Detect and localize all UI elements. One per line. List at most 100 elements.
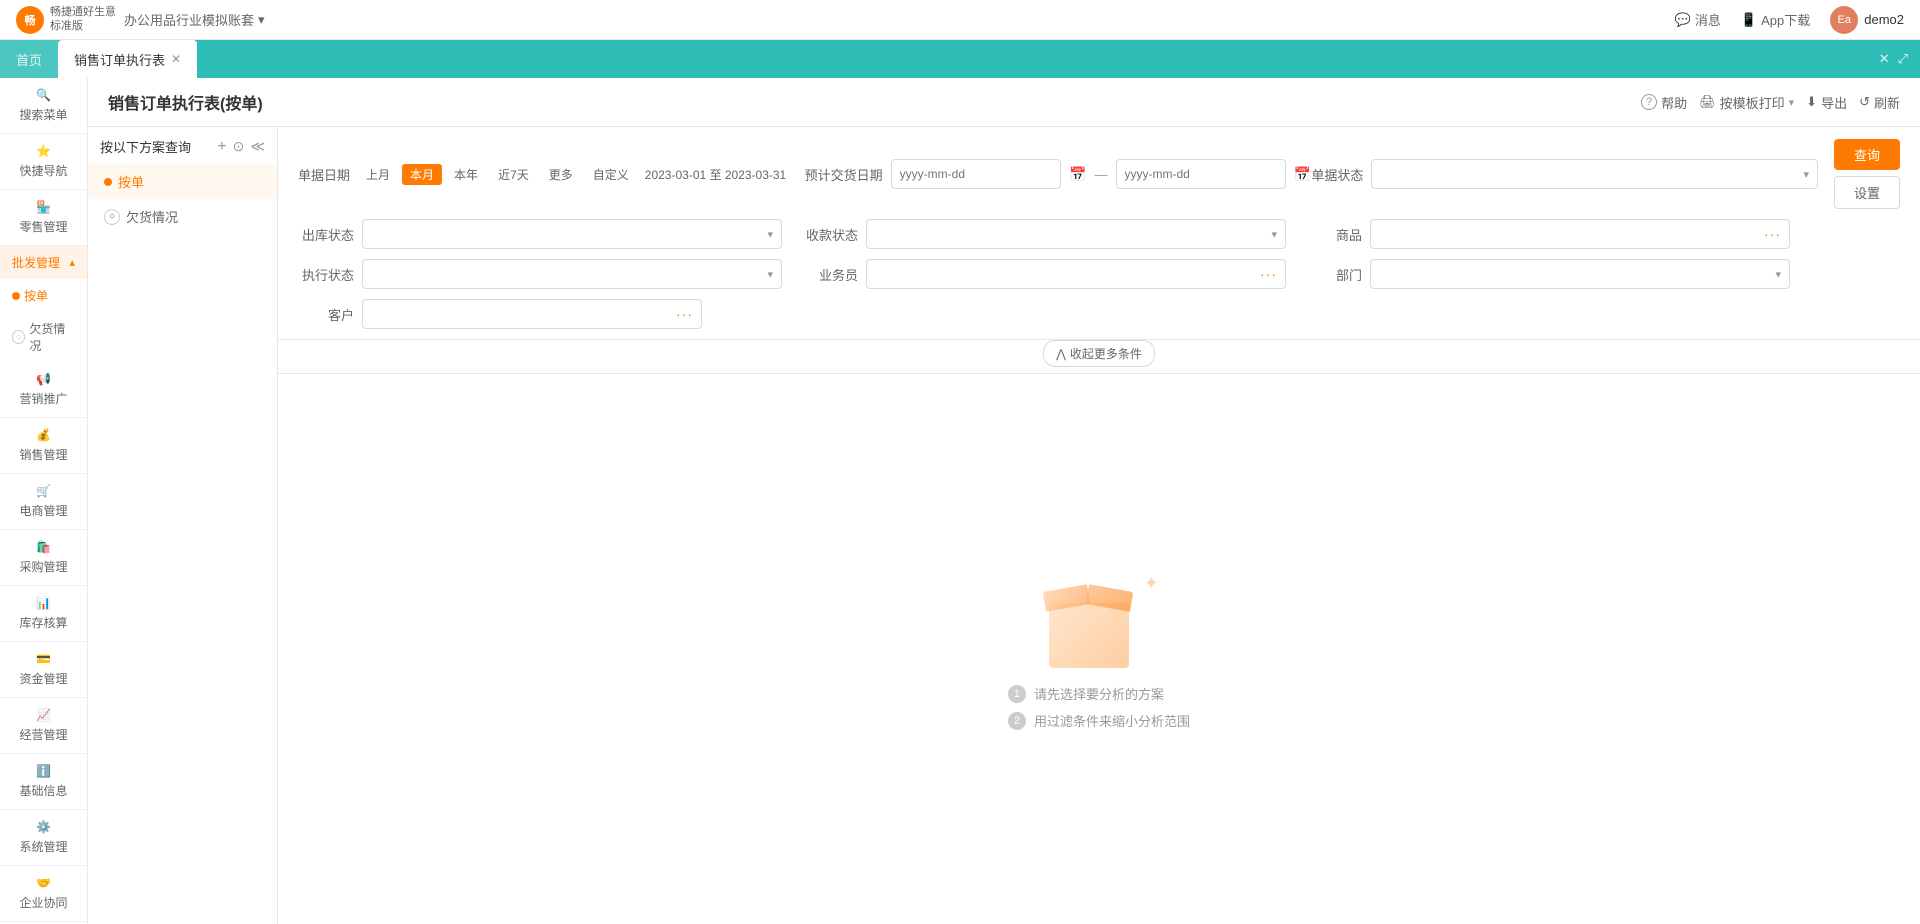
date-tab-last-7[interactable]: 近7天 bbox=[490, 164, 537, 185]
sidebar-item-basic[interactable]: ℹ️ 基础信息 bbox=[0, 754, 87, 810]
sidebar-item-purchase[interactable]: 🛍️ 采购管理 bbox=[0, 530, 87, 586]
sidebar-item-wholesale[interactable]: 批发管理 ▴ bbox=[0, 246, 87, 279]
customer-col: 客户 ··· bbox=[298, 299, 789, 329]
sidebar-item-inventory[interactable]: 📊 库存核算 bbox=[0, 586, 87, 642]
content-area: 销售订单执行表(按单) ? 帮助 🖨 按模板打印 ▾ ⬇ 导出 ↺ 刷新 bbox=[88, 78, 1920, 924]
customer-input-box: ··· bbox=[362, 299, 702, 329]
close-window-icon[interactable]: ✕ bbox=[1879, 51, 1890, 67]
settings-button[interactable]: 设置 bbox=[1834, 176, 1900, 209]
salesperson-more-dots[interactable]: ··· bbox=[1260, 266, 1277, 282]
refresh-btn[interactable]: ↺ 刷新 bbox=[1859, 93, 1900, 112]
customer-label: 客户 bbox=[298, 305, 354, 324]
avatar: Ea bbox=[1830, 6, 1858, 34]
tip-num-1: 1 bbox=[1008, 685, 1026, 703]
page-actions: ? 帮助 🖨 按模板打印 ▾ ⬇ 导出 ↺ 刷新 bbox=[1641, 93, 1900, 112]
sidebar-item-enterprise-collab[interactable]: 🤝 企业协同 bbox=[0, 866, 87, 922]
exec-status-label: 执行状态 bbox=[298, 265, 354, 284]
scheme-header-actions: + ⊙ ≪ bbox=[217, 138, 265, 156]
outbound-status-select[interactable]: ▾ bbox=[362, 219, 782, 249]
sidebar: 🔍 搜索菜单 ⭐ 快捷导航 🏪 零售管理 批发管理 ▴ 按单 ○ 欠货情况 📢 … bbox=[0, 78, 88, 924]
logo-text: 畅捷通好生意 标准版 bbox=[50, 6, 116, 32]
filter-doc-status-col: 单据状态 ▾ bbox=[1311, 159, 1818, 189]
receipt-status-select[interactable]: ▾ bbox=[866, 219, 1286, 249]
date-tab-current-month[interactable]: 本月 bbox=[402, 164, 442, 185]
collab-icon: 🤝 bbox=[36, 876, 51, 890]
empty-tip-2: 2 用过滤条件来缩小分析范围 bbox=[1008, 711, 1190, 730]
doc-status-select[interactable]: ▾ bbox=[1371, 159, 1818, 189]
tab-home[interactable]: 首页 bbox=[0, 40, 58, 78]
sidebar-item-search-menu[interactable]: 🔍 搜索菜单 bbox=[0, 78, 87, 134]
filter-row-4: 客户 ··· bbox=[298, 299, 1900, 329]
dept-arrow: ▾ bbox=[1775, 268, 1781, 281]
dept-col: 部门 ▾ bbox=[1306, 259, 1790, 289]
main-layout: 🔍 搜索菜单 ⭐ 快捷导航 🏪 零售管理 批发管理 ▴ 按单 ○ 欠货情况 📢 … bbox=[0, 78, 1920, 924]
sparkle-icon: ✦ bbox=[1144, 573, 1159, 594]
message-icon: 💬 bbox=[1675, 12, 1691, 28]
tab-sales-order[interactable]: 销售订单执行表 ✕ bbox=[58, 40, 197, 78]
exec-status-select[interactable]: ▾ bbox=[362, 259, 782, 289]
tab-window-controls: ✕ ⤢ bbox=[1867, 51, 1920, 67]
date-tab-custom[interactable]: 自定义 bbox=[585, 164, 637, 185]
product-col: 商品 ··· bbox=[1306, 219, 1790, 249]
tab-close-icon[interactable]: ✕ bbox=[171, 52, 181, 66]
sidebar-sub-press-order[interactable]: 按单 bbox=[0, 279, 87, 312]
date-tab-current-year[interactable]: 本年 bbox=[446, 164, 486, 185]
filter-expected-date-col: 预计交货日期 📅 — 📅 bbox=[805, 159, 1312, 189]
scheme-copy-icon[interactable]: ⊙ bbox=[233, 138, 245, 156]
exec-status-col: 执行状态 ▾ bbox=[298, 259, 782, 289]
date-label: 单据日期 bbox=[298, 165, 350, 184]
scheme-item-owe-info[interactable]: ○ 欠货情况 bbox=[88, 199, 277, 234]
scheme-item-press-order[interactable]: 按单 bbox=[88, 164, 277, 199]
message-action[interactable]: 💬 消息 bbox=[1675, 10, 1721, 29]
date-tab-more[interactable]: 更多 bbox=[541, 164, 581, 185]
receipt-arrow: ▾ bbox=[1271, 228, 1277, 241]
app-download-action[interactable]: 📱 App下载 bbox=[1741, 10, 1810, 29]
query-button[interactable]: 查询 bbox=[1834, 139, 1900, 170]
app-selector[interactable]: 办公用品行业模拟账套 ▾ bbox=[124, 10, 265, 29]
sidebar-item-finance[interactable]: 💳 资金管理 bbox=[0, 642, 87, 698]
collapse-btn[interactable]: ⋀ 收起更多条件 bbox=[1043, 340, 1155, 367]
scheme-collapse-icon[interactable]: ≪ bbox=[250, 138, 265, 156]
print-dropdown-icon: ▾ bbox=[1789, 96, 1795, 109]
sidebar-item-system[interactable]: ⚙️ 系统管理 bbox=[0, 810, 87, 866]
outbound-status-col: 出库状态 ▾ bbox=[298, 219, 782, 249]
export-btn[interactable]: ⬇ 导出 bbox=[1806, 93, 1847, 112]
expected-date-to[interactable] bbox=[1116, 159, 1286, 189]
exec-arrow: ▾ bbox=[767, 268, 773, 281]
empty-illustration: ✦ bbox=[1039, 568, 1159, 668]
sidebar-item-sales[interactable]: 💰 销售管理 bbox=[0, 418, 87, 474]
doc-status-label: 单据状态 bbox=[1311, 165, 1363, 184]
box-body bbox=[1049, 603, 1129, 668]
marketing-icon: 📢 bbox=[36, 372, 51, 386]
help-btn[interactable]: ? 帮助 bbox=[1641, 93, 1687, 112]
expected-date-from[interactable] bbox=[891, 159, 1061, 189]
salesperson-label: 业务员 bbox=[802, 265, 858, 284]
date-cal-icon-2[interactable]: 📅 bbox=[1294, 166, 1311, 183]
empty-tip-1: 1 请先选择要分析的方案 bbox=[1008, 684, 1190, 703]
product-more-dots[interactable]: ··· bbox=[1764, 226, 1781, 242]
date-range-text: 2023-03-01 至 2023-03-31 bbox=[645, 166, 786, 183]
scheme-panel-header: 按以下方案查询 + ⊙ ≪ bbox=[88, 137, 277, 164]
sidebar-sub-owe-info[interactable]: ○ 欠货情况 bbox=[0, 312, 87, 362]
basic-icon: ℹ️ bbox=[36, 764, 51, 778]
full-layout: 按以下方案查询 + ⊙ ≪ 按单 ○ 欠货情况 bbox=[88, 127, 1920, 924]
wholesale-collapse-icon: ▴ bbox=[69, 256, 75, 269]
export-icon: ⬇ bbox=[1806, 94, 1817, 110]
sidebar-item-ecommerce[interactable]: 🛒 电商管理 bbox=[0, 474, 87, 530]
maximize-window-icon[interactable]: ⤢ bbox=[1898, 51, 1908, 67]
sidebar-item-operations[interactable]: 📈 经营管理 bbox=[0, 698, 87, 754]
sidebar-item-retail[interactable]: 🏪 零售管理 bbox=[0, 190, 87, 246]
scheme-add-icon[interactable]: + bbox=[217, 138, 226, 156]
date-cal-icon-1[interactable]: 📅 bbox=[1069, 166, 1086, 183]
refresh-icon: ↺ bbox=[1859, 94, 1870, 110]
empty-state: ✦ 1 请先选择要分析的方案 2 用过滤条件来缩小分析范围 bbox=[278, 374, 1920, 924]
print-template-btn[interactable]: 🖨 按模板打印 ▾ bbox=[1699, 93, 1794, 112]
scheme-circle-icon: ○ bbox=[104, 209, 120, 225]
sidebar-item-marketing[interactable]: 📢 营销推广 bbox=[0, 362, 87, 418]
date-tab-last-month[interactable]: 上月 bbox=[358, 164, 398, 185]
user-area[interactable]: Ea demo2 bbox=[1830, 6, 1904, 34]
help-icon: ? bbox=[1641, 94, 1657, 110]
dept-select[interactable]: ▾ bbox=[1370, 259, 1790, 289]
customer-more-dots[interactable]: ··· bbox=[676, 306, 693, 322]
sidebar-item-quick-nav[interactable]: ⭐ 快捷导航 bbox=[0, 134, 87, 190]
